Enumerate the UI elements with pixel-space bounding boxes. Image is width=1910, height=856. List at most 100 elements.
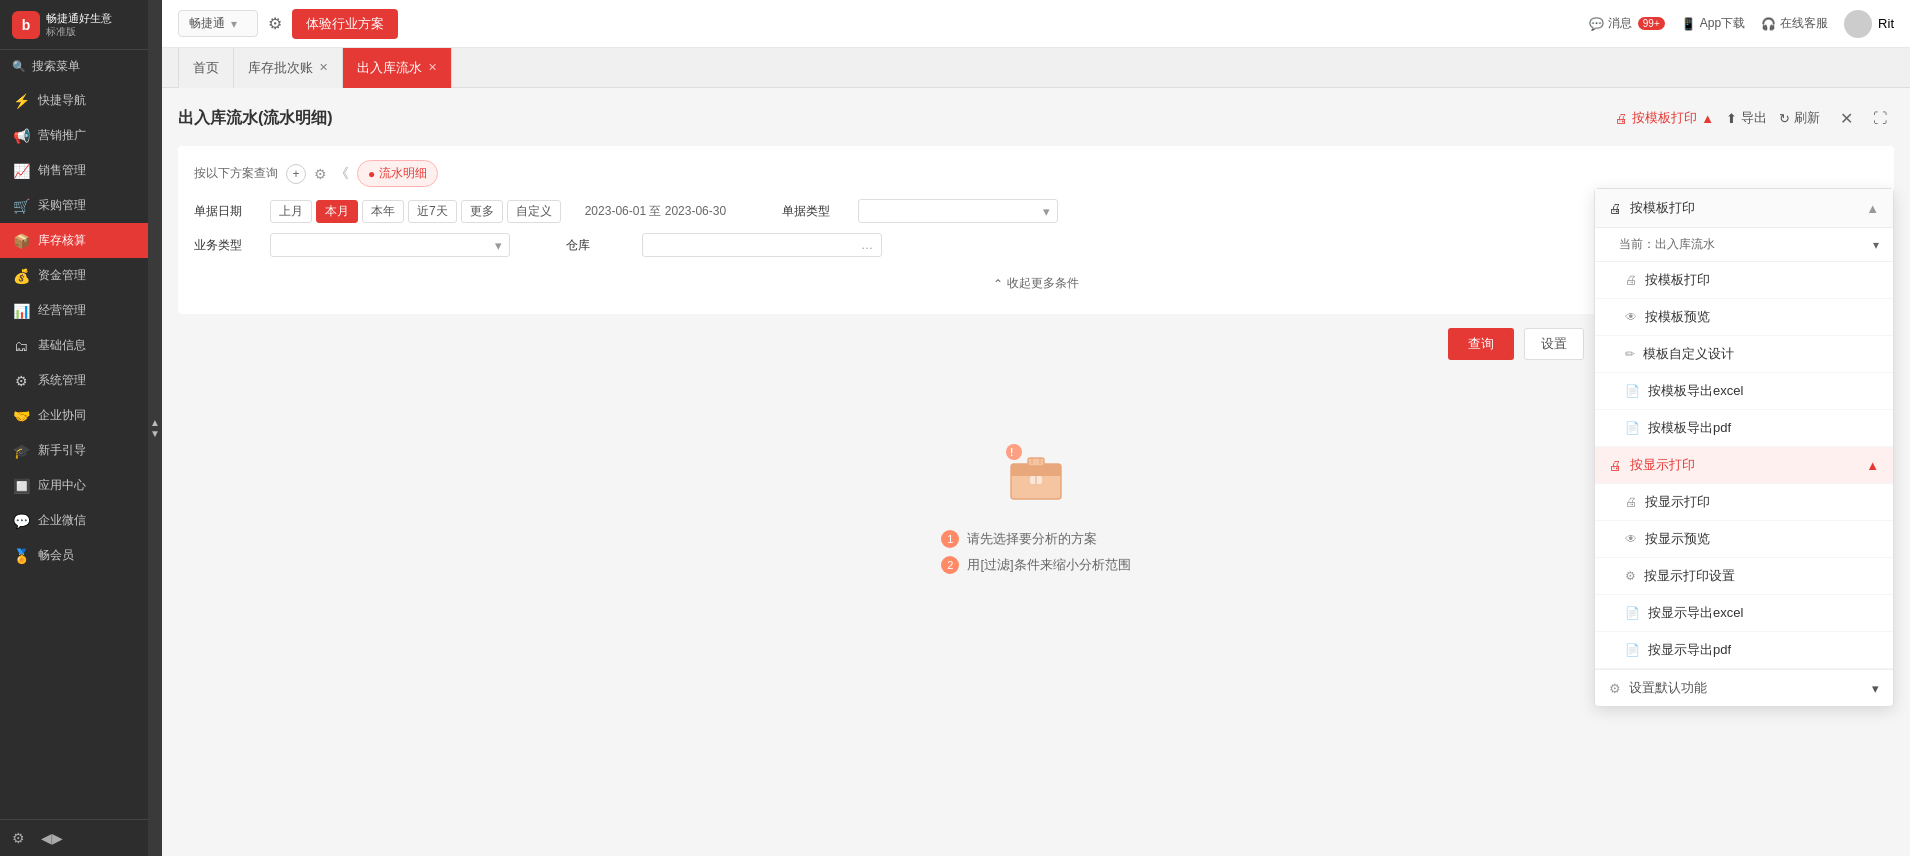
dropdown-collapse-icon[interactable]: ▲ <box>1866 201 1879 216</box>
tab-inventory-batch-label: 库存批次账 <box>248 59 313 77</box>
dropdown-template-export-pdf[interactable]: 📄 按模板导出pdf <box>1595 410 1893 447</box>
export-button[interactable]: ⬆ 导出 <box>1726 109 1767 127</box>
more-icon[interactable]: … <box>861 238 873 252</box>
dropdown-template-export-excel[interactable]: 📄 按模板导出excel <box>1595 373 1893 410</box>
page-actions: 🖨 按模板打印 ▲ ⬆ 导出 ↻ 刷新 ✕ ⛶ <box>1615 104 1894 132</box>
excel-icon: 📄 <box>1625 384 1640 398</box>
filter-collapse-icon[interactable]: 《 <box>335 165 349 183</box>
sidebar-menu: ⚡ 快捷导航 📢 营销推广 📈 销售管理 🛒 采购管理 📦 库存核算 💰 资金管… <box>0 83 148 819</box>
filter-tag-liushui[interactable]: ● 流水明细 <box>357 160 438 187</box>
main-area: 畅捷通 ▾ ⚙ 体验行业方案 💬 消息 99+ 📱 App下载 🎧 在线客服 <box>162 0 1910 856</box>
refresh-button[interactable]: ↻ 刷新 <box>1779 109 1820 127</box>
sidebar-item-finance[interactable]: 💰 资金管理 <box>0 258 148 293</box>
refresh-icon: ↻ <box>1779 111 1790 126</box>
tab-close-inventory-batch[interactable]: ✕ <box>319 61 328 74</box>
dropdown-template-print[interactable]: 🖨 按模板打印 <box>1595 262 1893 299</box>
date-btn-7days[interactable]: 近7天 <box>408 200 457 223</box>
display-settings-label: 按显示打印设置 <box>1644 567 1735 585</box>
user-menu[interactable]: Rit <box>1844 10 1894 38</box>
sidebar: b 畅捷通好生意 标准版 🔍 搜索菜单 ⚡ 快捷导航 📢 营销推广 📈 销售管理… <box>0 0 148 856</box>
dropdown-template-header[interactable]: 🖨 按模板打印 ▲ <box>1595 189 1893 228</box>
biztype-select[interactable] <box>270 233 510 257</box>
date-btn-custom[interactable]: 自定义 <box>507 200 561 223</box>
sidebar-item-sales[interactable]: 📈 销售管理 <box>0 153 148 188</box>
filter-tag-icon: ● <box>368 167 375 181</box>
dropdown-display-preview[interactable]: 👁 按显示预览 <box>1595 521 1893 558</box>
chevron-up-icon: ▲ <box>1866 458 1879 473</box>
sidebar-item-inventory[interactable]: 📦 库存核算 <box>0 223 148 258</box>
company-selector[interactable]: 畅捷通 ▾ <box>178 10 258 37</box>
online-service-button[interactable]: 🎧 在线客服 <box>1761 15 1828 32</box>
dropdown-display-print[interactable]: 🖨 按显示打印 <box>1595 484 1893 521</box>
dropdown-template-custom[interactable]: ✏ 模板自定义设计 <box>1595 336 1893 373</box>
app-name: 畅捷通好生意 <box>46 11 112 25</box>
sidebar-item-marketing[interactable]: 📢 营销推广 <box>0 118 148 153</box>
app-download-button[interactable]: 📱 App下载 <box>1681 15 1745 32</box>
tab-home[interactable]: 首页 <box>178 48 234 88</box>
sidebar-item-basics[interactable]: 🗂 基础信息 <box>0 328 148 363</box>
dropdown-display-header[interactable]: 🖨 按显示打印 ▲ <box>1595 447 1893 484</box>
step-2-number: 2 <box>941 556 959 574</box>
quick-nav-icon: ⚡ <box>12 93 30 109</box>
close-window-button[interactable]: ✕ <box>1832 104 1860 132</box>
avatar <box>1844 10 1872 38</box>
query-button[interactable]: 查询 <box>1448 328 1514 360</box>
dropdown-display-export-pdf[interactable]: 📄 按显示导出pdf <box>1595 632 1893 669</box>
display-export-pdf-label: 按显示导出pdf <box>1648 641 1731 659</box>
message-badge: 99+ <box>1638 17 1665 30</box>
app-logo-icon: b <box>12 11 40 39</box>
sidebar-item-label: 库存核算 <box>38 232 86 249</box>
doctype-select[interactable] <box>858 199 1058 223</box>
sidebar-item-operations[interactable]: 📊 经营管理 <box>0 293 148 328</box>
date-btn-this-year[interactable]: 本年 <box>362 200 404 223</box>
pdf-icon: 📄 <box>1625 421 1640 435</box>
topbar-gear-icon[interactable]: ⚙ <box>268 14 282 33</box>
tab-close-flow[interactable]: ✕ <box>428 61 437 74</box>
sidebar-search[interactable]: 🔍 搜索菜单 <box>0 50 148 83</box>
filter-title: 按以下方案查询 <box>194 165 278 182</box>
action-row: 查询 设置 <box>178 328 1584 360</box>
appcenter-icon: 🔲 <box>12 478 30 494</box>
display-preview-label: 按显示预览 <box>1645 530 1710 548</box>
collapse-sidebar-icon[interactable]: ◀▶ <box>41 830 63 846</box>
empty-step-1: 1 请先选择要分析的方案 <box>941 530 1130 548</box>
date-btn-this-month[interactable]: 本月 <box>316 200 358 223</box>
settings-button[interactable]: 设置 <box>1524 328 1584 360</box>
excel-icon: 📄 <box>1625 606 1640 620</box>
dropdown-display-export-excel[interactable]: 📄 按显示导出excel <box>1595 595 1893 632</box>
sidebar-item-label: 营销推广 <box>38 127 86 144</box>
sidebar-item-wechat[interactable]: 💬 企业微信 <box>0 503 148 538</box>
company-name: 畅捷通 <box>189 15 225 32</box>
sidebar-item-appcenter[interactable]: 🔲 应用中心 <box>0 468 148 503</box>
system-icon: ⚙ <box>12 373 30 389</box>
tab-flow[interactable]: 出入库流水 ✕ <box>343 48 452 88</box>
industry-solution-button[interactable]: 体验行业方案 <box>292 9 398 39</box>
settings-icon[interactable]: ⚙ <box>12 830 25 846</box>
date-btn-more[interactable]: 更多 <box>461 200 503 223</box>
sidebar-item-system[interactable]: ⚙ 系统管理 <box>0 363 148 398</box>
filter-gear-icon[interactable]: ⚙ <box>314 166 327 182</box>
print-header-icon: 🖨 <box>1609 201 1622 216</box>
sidebar-item-purchase[interactable]: 🛒 采购管理 <box>0 188 148 223</box>
sidebar-item-label: 新手引导 <box>38 442 86 459</box>
scroll-arrow: ▲▼ <box>150 417 160 439</box>
expand-window-button[interactable]: ⛶ <box>1866 104 1894 132</box>
gear-icon: ⚙ <box>1625 569 1636 583</box>
sidebar-item-label: 系统管理 <box>38 372 86 389</box>
sidebar-item-guide[interactable]: 🎓 新手引导 <box>0 433 148 468</box>
sidebar-item-collab[interactable]: 🤝 企业协同 <box>0 398 148 433</box>
sidebar-item-member[interactable]: 🏅 畅会员 <box>0 538 148 573</box>
dropdown-template-preview[interactable]: 👁 按模板预览 <box>1595 299 1893 336</box>
date-btn-last-month[interactable]: 上月 <box>270 200 312 223</box>
sidebar-item-quick-nav[interactable]: ⚡ 快捷导航 <box>0 83 148 118</box>
purchase-icon: 🛒 <box>12 198 30 214</box>
sidebar-scroll-track[interactable]: ▲▼ <box>148 0 162 856</box>
message-button[interactable]: 💬 消息 99+ <box>1589 15 1665 32</box>
warehouse-input[interactable]: … <box>642 233 882 257</box>
template-print-button[interactable]: 🖨 按模板打印 ▲ <box>1615 109 1714 127</box>
chevron-down-icon: ▾ <box>1872 681 1879 696</box>
dropdown-footer[interactable]: ⚙ 设置默认功能 ▾ <box>1595 669 1893 706</box>
filter-add-button[interactable]: + <box>286 164 306 184</box>
dropdown-display-settings[interactable]: ⚙ 按显示打印设置 <box>1595 558 1893 595</box>
tab-inventory-batch[interactable]: 库存批次账 ✕ <box>234 48 343 88</box>
